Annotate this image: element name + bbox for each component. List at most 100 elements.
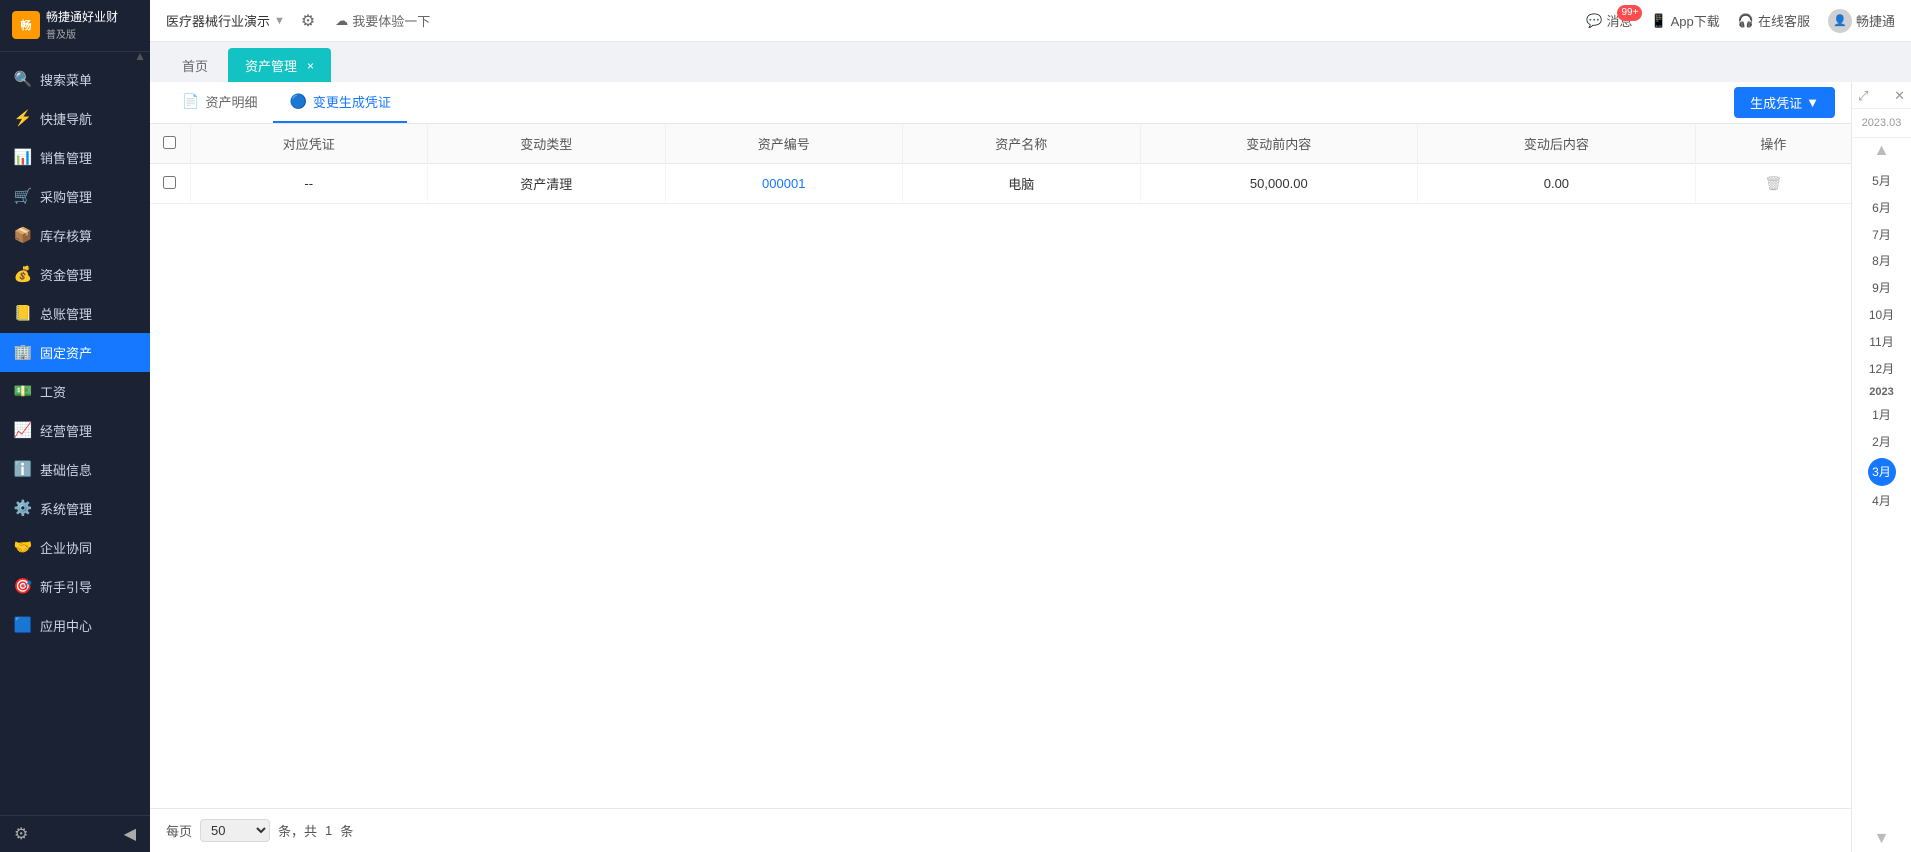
sidebar-item-sales[interactable]: 📊 销售管理 (0, 138, 150, 177)
topbar-settings-icon[interactable]: ⚙ (301, 11, 315, 31)
messages-btn[interactable]: 💬 消息 99+ (1586, 11, 1632, 30)
timeline-close-icon[interactable]: ✕ (1894, 88, 1905, 104)
total-suffix: 条 (340, 821, 353, 840)
support-label: 在线客服 (1758, 11, 1810, 30)
user-label: 畅捷通 (1856, 11, 1895, 30)
content-panel: 📄 资产明细 🔵 变更生成凭证 生成凭证 ▼ (150, 82, 1911, 852)
sidebar-item-guide[interactable]: 🎯 新手引导 (0, 567, 150, 606)
col-beforechange: 变动前内容 (1140, 124, 1418, 164)
user-btn[interactable]: 👤 畅捷通 (1828, 9, 1895, 33)
sidebar-item-enterprise[interactable]: 🤝 企业协同 (0, 528, 150, 567)
tab-home[interactable]: 首页 (166, 48, 224, 82)
logo-text-block: 畅捷通好业财 普及版 (46, 10, 118, 41)
table-row: -- 资产清理 000001 电脑 50,000.00 0.00 🗑 (150, 164, 1851, 204)
sidebar-item-operations[interactable]: 📈 经营管理 (0, 411, 150, 450)
timeline-panel: ⤢ ✕ 2023.03 ▲ 5月6月7月8月9月10月11月12月20231月2… (1851, 82, 1911, 852)
generate-voucher-button[interactable]: 生成凭证 ▼ (1734, 87, 1835, 118)
timeline-month-3月[interactable]: 3月 (1868, 458, 1896, 486)
per-page-select[interactable]: 50 10 20 100 (200, 819, 270, 842)
sidebar-item-basicinfo[interactable]: ℹ️ 基础信息 (0, 450, 150, 489)
sidebar-item-purchase[interactable]: 🛒 采购管理 (0, 177, 150, 216)
timeline-month-2月[interactable]: 2月 (1852, 429, 1911, 456)
timeline-scroll-up-btn[interactable]: ▲ (1852, 138, 1911, 164)
sidebar-item-finance[interactable]: 💰 资金管理 (0, 255, 150, 294)
row-changetype-0: 资产清理 (428, 164, 666, 204)
sidebar-logo: 畅 畅捷通好业财 普及版 (0, 0, 150, 52)
company-dropdown-icon: ▼ (274, 15, 285, 27)
sidebar-nav: 🔍 搜索菜单 ⚡ 快捷导航 📊 销售管理 🛒 采购管理 📦 库存核算 💰 资金管… (0, 60, 150, 815)
collapse-icon[interactable]: ◀ (124, 824, 136, 844)
timeline-scroll-down-btn[interactable]: ▼ (1852, 826, 1911, 852)
sales-icon: 📊 (14, 148, 32, 166)
messages-icon: 💬 (1586, 13, 1602, 29)
col-assetname: 资产名称 (903, 124, 1141, 164)
table-header-row: 对应凭证 变动类型 资产编号 资产名称 变动前内容 变动后内容 操作 (150, 124, 1851, 164)
finance-icon: 💰 (14, 265, 32, 283)
assetlist-icon: 📄 (182, 93, 199, 110)
support-icon: 🎧 (1738, 13, 1754, 29)
data-table: 对应凭证 变动类型 资产编号 资产名称 变动前内容 变动后内容 操作 -- 资产… (150, 124, 1851, 204)
support-btn[interactable]: 🎧 在线客服 (1738, 11, 1810, 30)
settings-icon[interactable]: ⚙ (14, 824, 28, 844)
timeline-month-8月[interactable]: 8月 (1852, 248, 1911, 275)
table-wrap: 对应凭证 变动类型 资产编号 资产名称 变动前内容 变动后内容 操作 -- 资产… (150, 124, 1851, 808)
enterprise-icon: 🤝 (14, 538, 32, 556)
subtab-changevoucher[interactable]: 🔵 变更生成凭证 (273, 82, 406, 123)
sidebar-item-system[interactable]: ⚙️ 系统管理 (0, 489, 150, 528)
topbar-right: 💬 消息 99+ 📱 App下载 🎧 在线客服 👤 畅捷通 (1586, 9, 1895, 33)
sidebar-item-label-inventory: 库存核算 (40, 226, 92, 245)
quicknav-icon: ⚡ (14, 109, 32, 127)
timeline-month-9月[interactable]: 9月 (1852, 275, 1911, 302)
subtab-assetlist[interactable]: 📄 资产明细 (166, 82, 273, 123)
row-afterchange-0: 0.00 (1418, 164, 1696, 204)
delete-row-0-icon[interactable]: 🗑 (1764, 175, 1782, 191)
table-body: -- 资产清理 000001 电脑 50,000.00 0.00 🗑 (150, 164, 1851, 204)
sidebar-item-salary[interactable]: 💵 工资 (0, 372, 150, 411)
experience-cloud-icon: ☁ (335, 13, 348, 29)
sidebar-footer: ⚙ ◀ (0, 815, 150, 852)
timeline-month-12月[interactable]: 12月 (1852, 356, 1911, 383)
timeline-month-10月[interactable]: 10月 (1852, 302, 1911, 329)
col-changetype: 变动类型 (428, 124, 666, 164)
timeline-month-4月[interactable]: 4月 (1852, 488, 1911, 515)
sidebar-item-label-basicinfo: 基础信息 (40, 460, 92, 479)
total-prefix: 条，共 (278, 821, 317, 840)
timeline-month-11月[interactable]: 11月 (1852, 329, 1911, 356)
company-name: 医疗器械行业演示 (166, 11, 270, 30)
total-count: 1 (325, 823, 332, 838)
col-voucher: 对应凭证 (190, 124, 428, 164)
row-checkbox-0[interactable] (163, 176, 176, 189)
timeline-month-6月[interactable]: 6月 (1852, 195, 1911, 222)
avatar-icon: 👤 (1833, 14, 1847, 27)
timeline-month-1月[interactable]: 1月 (1852, 402, 1911, 429)
timeline-year-2023: 2023 (1852, 382, 1911, 402)
tab-close-icon[interactable]: × (307, 59, 314, 73)
timeline-list: 5月6月7月8月9月10月11月12月20231月2月3月4月 (1852, 164, 1911, 826)
tab-assetmgmt-label: 资产管理 (245, 56, 297, 75)
sidebar-item-quicknav[interactable]: ⚡ 快捷导航 (0, 99, 150, 138)
company-selector[interactable]: 医疗器械行业演示 ▼ (166, 11, 285, 30)
sidebar-item-label-salary: 工资 (40, 382, 66, 401)
search-icon: 🔍 (14, 70, 32, 88)
operations-icon: 📈 (14, 421, 32, 439)
sidebar-item-label-system: 系统管理 (40, 499, 92, 518)
sidebar-item-label-search: 搜索菜单 (40, 70, 92, 89)
timeline-expand-icon[interactable]: ⤢ (1858, 88, 1868, 104)
sidebar-item-label-operations: 经营管理 (40, 421, 92, 440)
sidebar-item-search[interactable]: 🔍 搜索菜单 (0, 60, 150, 99)
appdownload-btn[interactable]: 📱 App下载 (1650, 11, 1719, 30)
sidebar-item-fixedasset[interactable]: 🏢 固定资产 (0, 333, 150, 372)
timeline-month-7月[interactable]: 7月 (1852, 222, 1911, 249)
sidebar-item-ledger[interactable]: 📒 总账管理 (0, 294, 150, 333)
sidebar-item-appcenter[interactable]: 🟦 应用中心 (0, 606, 150, 645)
app-name: 畅捷通好业财 (46, 10, 118, 26)
timeline-month-5月[interactable]: 5月 (1852, 168, 1911, 195)
subtab-bar: 📄 资产明细 🔵 变更生成凭证 生成凭证 ▼ (150, 82, 1851, 124)
experience-btn[interactable]: ☁ 我要体验一下 (335, 11, 430, 30)
changevoucher-icon: 🔵 (289, 93, 306, 110)
row-assetname-0: 电脑 (903, 164, 1141, 204)
select-all-checkbox[interactable] (163, 136, 176, 149)
sidebar-item-inventory[interactable]: 📦 库存核算 (0, 216, 150, 255)
tab-assetmgmt[interactable]: 资产管理 × (228, 48, 331, 82)
sidebar-item-label-purchase: 采购管理 (40, 187, 92, 206)
